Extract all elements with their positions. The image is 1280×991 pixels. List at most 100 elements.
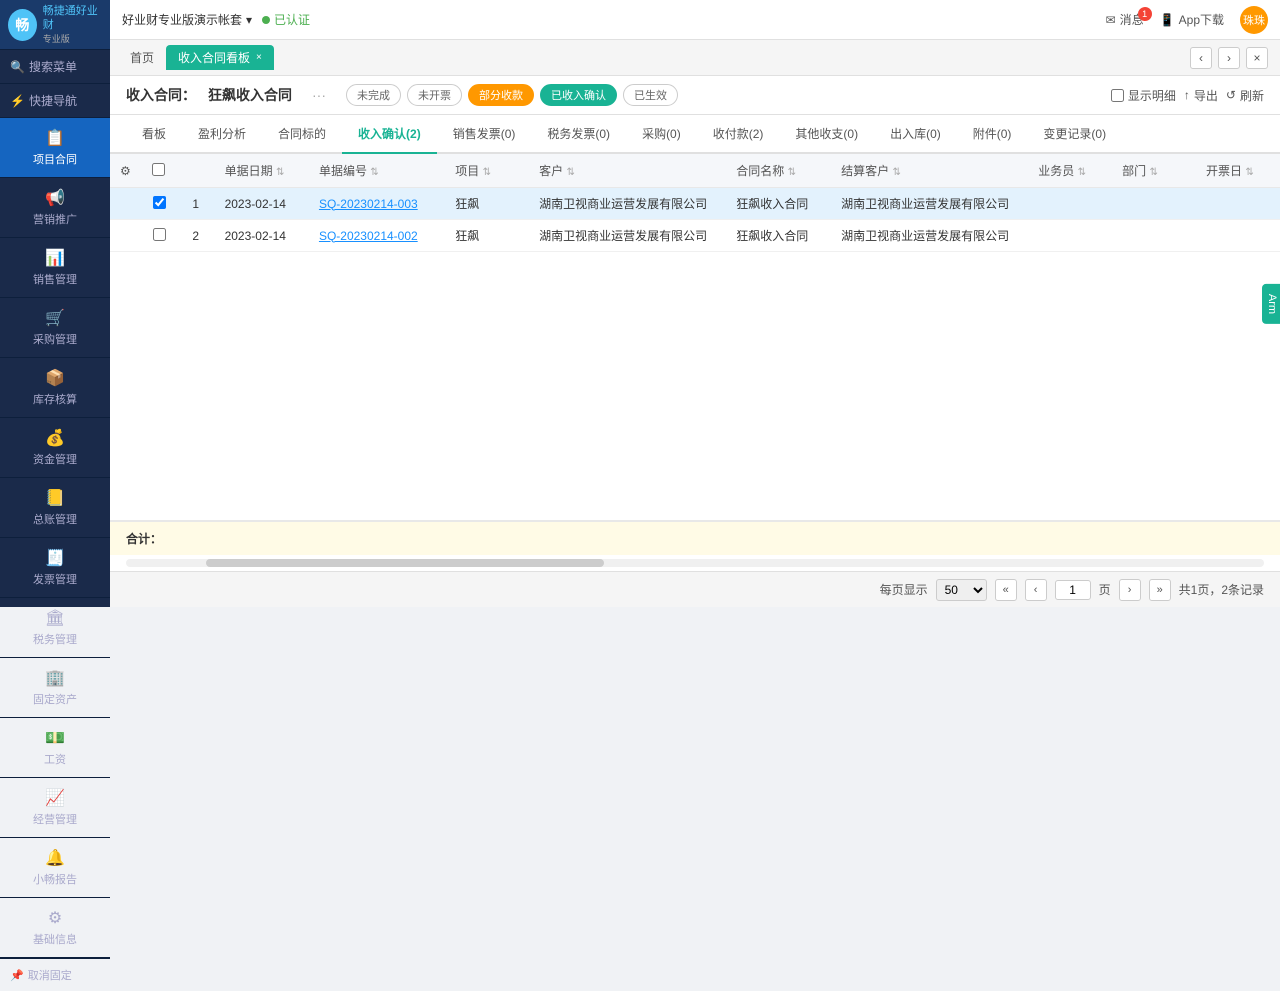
th-staff-sort-icon[interactable]: ⇅ bbox=[1078, 167, 1086, 178]
tab-nav-prev[interactable]: ‹ bbox=[1190, 47, 1212, 69]
th-result-customer-label: 结算客户 bbox=[841, 164, 889, 178]
th-project[interactable]: 项目 ⇅ bbox=[445, 154, 529, 188]
sidebar-item-quick-nav[interactable]: ⚡ 快捷导航 bbox=[0, 84, 110, 118]
user-avatar-button[interactable]: 珠珠 bbox=[1240, 6, 1268, 34]
row-staff-cell bbox=[1028, 220, 1112, 252]
settings-icon[interactable]: ⚙ bbox=[120, 164, 131, 178]
th-customer-sort-icon[interactable]: ⇅ bbox=[566, 167, 574, 178]
row-no-link[interactable]: SQ-20230214-002 bbox=[319, 229, 418, 243]
content-header-actions: 显示明细 ↑ 导出 ↺ 刷新 bbox=[1111, 87, 1264, 104]
tab-warehouse[interactable]: 出入库(0) bbox=[874, 115, 957, 154]
sidebar-item-ledger[interactable]: 📒 总账管理 bbox=[0, 478, 110, 538]
row-checkbox-cell[interactable] bbox=[142, 188, 177, 220]
tab-payment[interactable]: 收付款(2) bbox=[697, 115, 780, 154]
row-dept-cell bbox=[1112, 220, 1196, 252]
row-checkbox-cell[interactable] bbox=[142, 220, 177, 252]
app-download-button[interactable]: 📱 App下载 bbox=[1160, 11, 1224, 28]
show-detail-checkbox[interactable] bbox=[1111, 89, 1124, 102]
th-customer[interactable]: 客户 ⇅ bbox=[529, 154, 726, 188]
sidebar-item-assets[interactable]: 🏢 固定资产 bbox=[0, 658, 110, 718]
tab-profit[interactable]: 盈利分析 bbox=[182, 115, 262, 154]
tab-nav-next[interactable]: › bbox=[1218, 47, 1240, 69]
sidebar-item-reports[interactable]: 🔔 小畅报告 bbox=[0, 838, 110, 898]
sidebar-item-marketing[interactable]: 📢 营销推广 bbox=[0, 178, 110, 238]
row-checkbox[interactable] bbox=[153, 228, 166, 241]
unpin-icon: 📌 bbox=[10, 969, 24, 982]
th-dept-sort-icon[interactable]: ⇅ bbox=[1149, 167, 1157, 178]
right-panel-button[interactable]: Arm bbox=[1262, 283, 1280, 323]
th-staff[interactable]: 业务员 ⇅ bbox=[1028, 154, 1112, 188]
row-no-link[interactable]: SQ-20230214-003 bbox=[319, 197, 418, 211]
sidebar-item-sales[interactable]: 📊 销售管理 bbox=[0, 238, 110, 298]
sidebar-item-payroll[interactable]: 💵 工资 bbox=[0, 718, 110, 778]
row-no-cell[interactable]: SQ-20230214-002 bbox=[309, 220, 445, 252]
th-open-date-sort-icon[interactable]: ⇅ bbox=[1245, 167, 1253, 178]
row-checkbox[interactable] bbox=[153, 196, 166, 209]
sidebar-item-search-label: 搜索菜单 bbox=[29, 58, 77, 75]
sidebar-bottom: 📌 取消固定 bbox=[0, 958, 110, 991]
th-date-sort-icon[interactable]: ⇅ bbox=[276, 167, 284, 178]
th-checkbox[interactable] bbox=[142, 154, 177, 188]
status-partial-payment[interactable]: 部分收款 bbox=[468, 84, 534, 106]
last-page-button[interactable]: » bbox=[1149, 579, 1171, 601]
sidebar-item-tax[interactable]: 🏛 税务管理 bbox=[0, 598, 110, 658]
th-contract-sort-icon[interactable]: ⇅ bbox=[788, 167, 796, 178]
sidebar-item-inventory[interactable]: 📦 库存核算 bbox=[0, 358, 110, 418]
tab-kanban[interactable]: 看板 bbox=[126, 115, 182, 154]
th-project-sort-icon[interactable]: ⇅ bbox=[483, 167, 491, 178]
tab-purchase[interactable]: 采购(0) bbox=[626, 115, 697, 154]
more-options-icon[interactable]: ··· bbox=[312, 87, 326, 103]
status-confirmed[interactable]: 已收入确认 bbox=[540, 84, 617, 106]
show-detail-checkbox-label[interactable]: 显示明细 bbox=[1111, 87, 1176, 104]
sidebar-item-search[interactable]: 🔍 搜索菜单 bbox=[0, 50, 110, 84]
sidebar-item-invoice[interactable]: 🧾 发票管理 bbox=[0, 538, 110, 598]
current-page-input[interactable] bbox=[1055, 580, 1091, 600]
company-selector[interactable]: 好业财专业版演示帐套 ▾ bbox=[122, 11, 252, 28]
tab-revenue-confirm[interactable]: 收入确认(2) bbox=[342, 115, 437, 154]
sidebar-item-purchase[interactable]: 🛒 采购管理 bbox=[0, 298, 110, 358]
home-tab[interactable]: 首页 bbox=[122, 45, 162, 70]
company-dropdown-icon: ▾ bbox=[246, 13, 252, 27]
sidebar-item-basic-info[interactable]: ⚙ 基础信息 bbox=[0, 898, 110, 958]
th-open-date[interactable]: 开票日 ⇅ bbox=[1196, 154, 1280, 188]
tab-close-icon[interactable]: × bbox=[256, 52, 262, 63]
active-tab[interactable]: 收入合同看板 × bbox=[166, 45, 274, 70]
prev-page-button[interactable]: ‹ bbox=[1025, 579, 1047, 601]
status-incomplete[interactable]: 未完成 bbox=[346, 84, 401, 106]
scroll-thumb[interactable] bbox=[206, 559, 604, 567]
tab-nav-close[interactable]: × bbox=[1246, 47, 1268, 69]
tab-target[interactable]: 合同标的 bbox=[262, 115, 342, 154]
tab-change-log[interactable]: 变更记录(0) bbox=[1027, 115, 1122, 154]
sidebar-item-finance[interactable]: 💰 资金管理 bbox=[0, 418, 110, 478]
th-dept[interactable]: 部门 ⇅ bbox=[1112, 154, 1196, 188]
th-contract[interactable]: 合同名称 ⇅ bbox=[726, 154, 831, 188]
th-no-sort-icon[interactable]: ⇅ bbox=[370, 167, 378, 178]
status-uninvoiced[interactable]: 未开票 bbox=[407, 84, 462, 106]
th-no[interactable]: 单据编号 ⇅ bbox=[309, 154, 445, 188]
sidebar-unpin-button[interactable]: 📌 取消固定 bbox=[0, 959, 110, 991]
select-all-checkbox[interactable] bbox=[152, 163, 165, 176]
sidebar-item-project-contract[interactable]: 📋 项目合同 bbox=[0, 118, 110, 178]
quick-nav-icon: ⚡ bbox=[10, 94, 25, 108]
messages-button[interactable]: ✉ 消息 1 bbox=[1106, 11, 1144, 28]
row-no-cell[interactable]: SQ-20230214-003 bbox=[309, 188, 445, 220]
per-page-select[interactable]: 50 20 100 bbox=[936, 579, 987, 601]
first-page-button[interactable]: « bbox=[995, 579, 1017, 601]
scroll-track[interactable] bbox=[126, 559, 1264, 567]
operations-icon: 📈 bbox=[45, 788, 65, 808]
sidebar-item-operations[interactable]: 📈 经营管理 bbox=[0, 778, 110, 838]
tab-tax-invoice[interactable]: 税务发票(0) bbox=[531, 115, 626, 154]
export-button[interactable]: ↑ 导出 bbox=[1184, 87, 1218, 104]
tab-other-income[interactable]: 其他收支(0) bbox=[779, 115, 874, 154]
th-result-customer-sort-icon[interactable]: ⇅ bbox=[892, 167, 900, 178]
next-page-button[interactable]: › bbox=[1119, 579, 1141, 601]
tab-sales-invoice[interactable]: 销售发票(0) bbox=[437, 115, 532, 154]
th-project-label: 项目 bbox=[455, 164, 479, 178]
status-effective[interactable]: 已生效 bbox=[623, 84, 678, 106]
contract-name: 狂飙收入合同 bbox=[208, 85, 292, 105]
refresh-button[interactable]: ↺ 刷新 bbox=[1226, 87, 1264, 104]
th-date[interactable]: 单据日期 ⇅ bbox=[215, 154, 309, 188]
tab-attachment[interactable]: 附件(0) bbox=[957, 115, 1028, 154]
th-settings[interactable]: ⚙ bbox=[110, 154, 142, 188]
th-result-customer[interactable]: 结算客户 ⇅ bbox=[831, 154, 1028, 188]
